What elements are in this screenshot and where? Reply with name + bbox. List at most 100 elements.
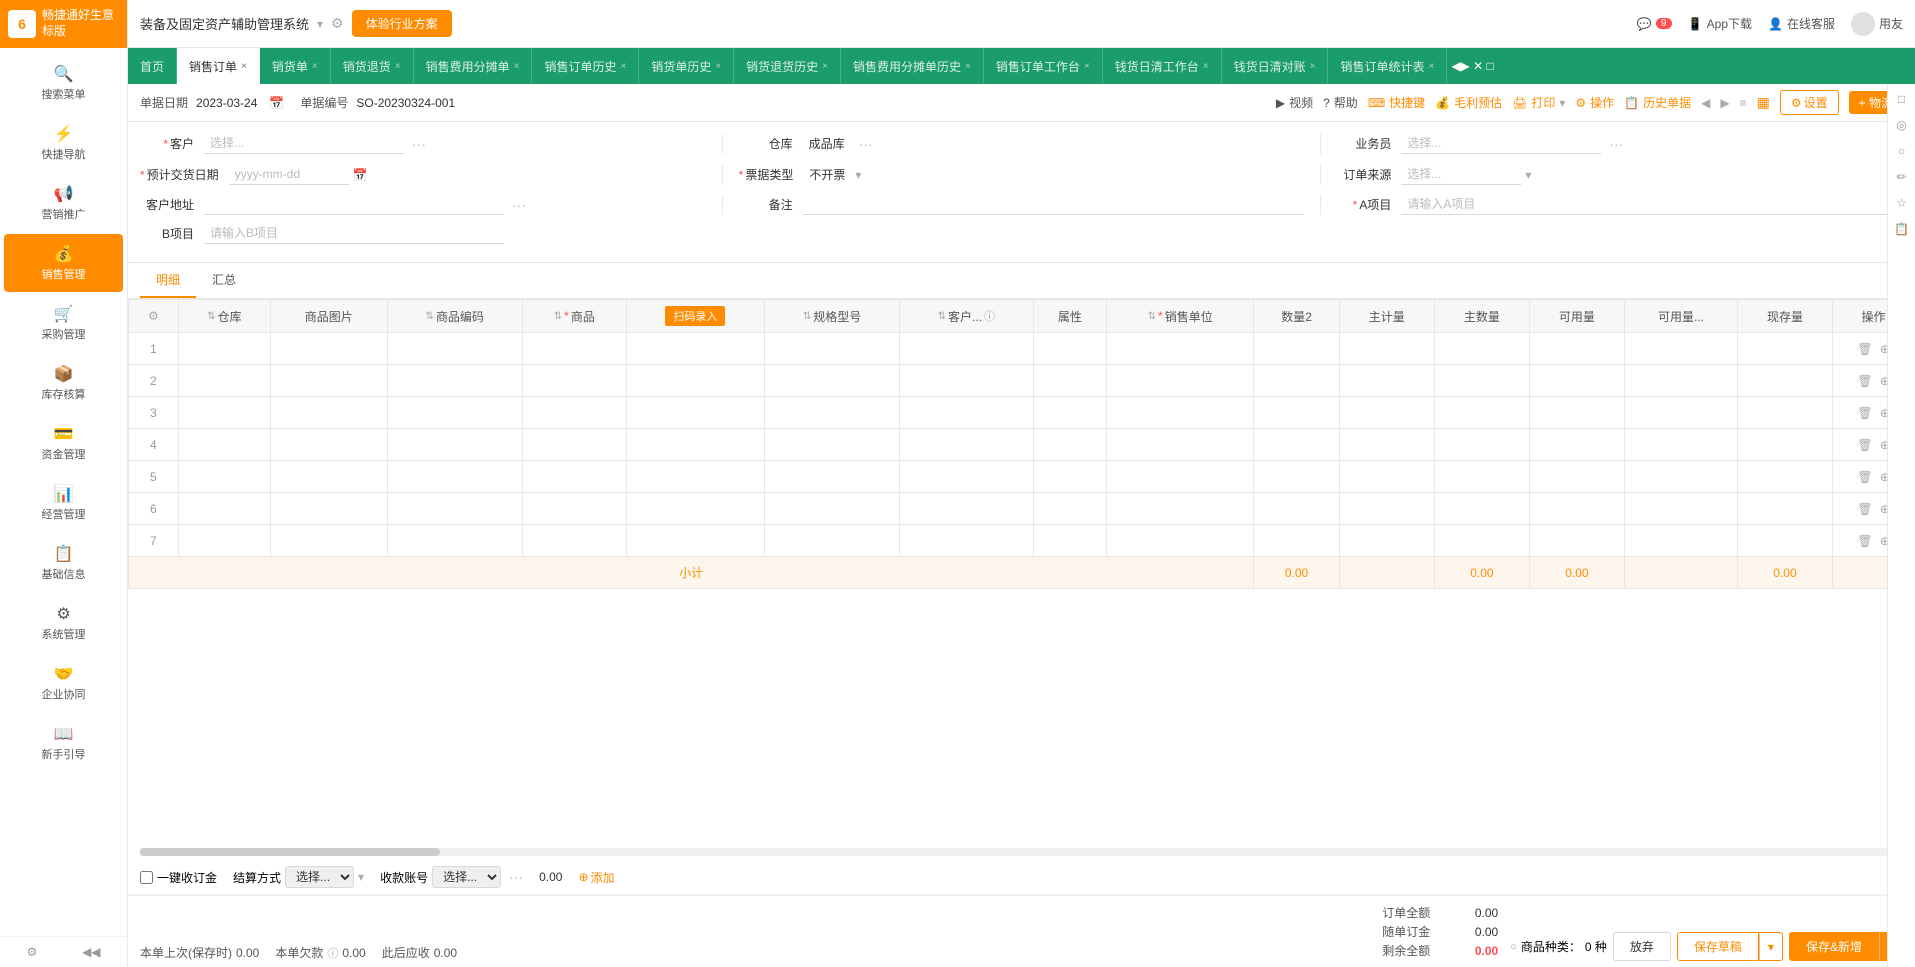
row-delete-icon[interactable]: 🗑 <box>1857 438 1872 452</box>
inner-tab-明细[interactable]: 明细 <box>140 263 196 298</box>
industry-btn[interactable]: 体验行业方案 <box>352 10 452 37</box>
sidebar-item-系统管理[interactable]: ⚙系统管理 <box>4 594 123 652</box>
one-click-checkbox[interactable]: 一键收订金 <box>140 869 217 886</box>
product-types-icon[interactable]: ○ <box>1510 941 1517 953</box>
tab-首页[interactable]: 首页 <box>128 48 177 84</box>
tab-钱货日清对账[interactable]: 钱货日清对账× <box>1222 48 1329 84</box>
row-delete-icon[interactable]: 🗑 <box>1857 502 1872 516</box>
tab-销售订单统计表[interactable]: 销售订单统计表× <box>1328 48 1447 84</box>
print-btn[interactable]: 🖨打印▾ <box>1512 94 1565 111</box>
order-source-input[interactable] <box>1401 164 1521 185</box>
shortcut-btn[interactable]: ⌨快捷键 <box>1368 94 1425 111</box>
row-product-cell[interactable] <box>522 365 626 397</box>
row-attribute-cell[interactable] <box>1033 397 1107 429</box>
sidebar-item-快捷导航[interactable]: ⚡快捷导航 <box>4 114 123 172</box>
row-delete-icon[interactable]: 🗑 <box>1857 406 1872 420</box>
settlement-dropdown-icon[interactable]: ▾ <box>358 870 364 884</box>
row-sales-unit-cell[interactable] <box>1107 333 1254 365</box>
th-customer-code[interactable]: ⇅客户... ⓘ <box>900 300 1033 333</box>
row-delete-icon[interactable]: 🗑 <box>1857 470 1872 484</box>
app-download-btn[interactable]: 📱 App下载 <box>1688 15 1752 32</box>
row-customer-code-cell[interactable] <box>900 333 1033 365</box>
tab-close-icon[interactable]: × <box>241 61 247 72</box>
order-source-dropdown-icon[interactable]: ▾ <box>1525 168 1531 182</box>
row-sales-unit-cell[interactable] <box>1107 493 1254 525</box>
right-panel-btn-4[interactable]: ✏ <box>1891 166 1913 188</box>
tab-close-icon[interactable]: × <box>965 61 971 72</box>
row-main-qty-cell[interactable] <box>1434 397 1529 429</box>
right-panel-btn-6[interactable]: 📋 <box>1891 218 1913 240</box>
th-warehouse[interactable]: ⇅仓库 <box>178 300 270 333</box>
row-sales-unit-cell[interactable] <box>1107 461 1254 493</box>
address-more-icon[interactable]: ··· <box>512 197 526 213</box>
row-qty2-cell[interactable] <box>1254 397 1340 429</box>
row-spec-cell[interactable] <box>764 365 899 397</box>
row-spec-cell[interactable] <box>764 397 899 429</box>
row-main-qty-cell[interactable] <box>1434 525 1529 557</box>
horizontal-scrollbar[interactable] <box>128 844 1915 860</box>
row-qty2-cell[interactable] <box>1254 525 1340 557</box>
row-attribute-cell[interactable] <box>1033 493 1107 525</box>
row-attribute-cell[interactable] <box>1033 461 1107 493</box>
warehouse-more-icon[interactable]: ··· <box>859 136 873 152</box>
tab-close-icon[interactable]: × <box>822 61 828 72</box>
invoice-type-dropdown-icon[interactable]: ▾ <box>855 168 861 182</box>
notification-btn[interactable]: 💬 9 <box>1637 17 1672 31</box>
th-scan[interactable]: 扫码录入 <box>626 300 764 333</box>
row-customer-code-cell[interactable] <box>900 461 1033 493</box>
row-qty2-cell[interactable] <box>1254 333 1340 365</box>
tab-close-icon[interactable]: × <box>312 61 318 72</box>
history-btn[interactable]: 📋历史单据 <box>1624 94 1691 111</box>
sidebar-item-库存核算[interactable]: 📦库存核算 <box>4 354 123 412</box>
row-product-cell[interactable] <box>522 525 626 557</box>
sidebar-item-搜索菜单[interactable]: 🔍搜索菜单 <box>4 54 123 112</box>
grid-view-icon[interactable]: ▦ <box>1757 94 1770 111</box>
row-product-code-cell[interactable] <box>387 493 522 525</box>
row-qty2-cell[interactable] <box>1254 365 1340 397</box>
row-product-code-cell[interactable] <box>387 333 522 365</box>
row-warehouse-cell[interactable] <box>178 493 270 525</box>
row-attribute-cell[interactable] <box>1033 333 1107 365</box>
receipt-more-icon[interactable]: ··· <box>509 869 523 885</box>
row-customer-code-cell[interactable] <box>900 429 1033 461</box>
customer-address-input[interactable] <box>204 194 504 215</box>
tab-销货单历史[interactable]: 销货单历史× <box>639 48 734 84</box>
a-project-input[interactable] <box>1401 194 1903 215</box>
this-credit-info-icon[interactable]: ⓘ <box>327 945 338 961</box>
row-attribute-cell[interactable] <box>1033 429 1107 461</box>
right-panel-btn-2[interactable]: ◎ <box>1891 114 1913 136</box>
tab-销售订单[interactable]: 销售订单× <box>177 48 260 84</box>
row-main-qty-cell[interactable] <box>1434 461 1529 493</box>
b-project-input[interactable] <box>204 223 504 244</box>
row-warehouse-cell[interactable] <box>178 365 270 397</box>
row-customer-code-cell[interactable] <box>900 365 1033 397</box>
tab-scroll-arrows[interactable]: ◀▶ ✕ □ <box>1447 59 1497 73</box>
tab-close-icon[interactable]: × <box>1310 61 1316 72</box>
row-delete-icon[interactable]: 🗑 <box>1857 534 1872 548</box>
row-warehouse-cell[interactable] <box>178 333 270 365</box>
tab-close-icon[interactable]: × <box>715 61 721 72</box>
receipt-account-select[interactable]: 选择... <box>432 866 501 888</box>
settings-btn[interactable]: ⚙设置 <box>1780 90 1839 115</box>
row-spec-cell[interactable] <box>764 429 899 461</box>
right-panel-btn-3[interactable]: ○ <box>1891 140 1913 162</box>
tab-销售订单工作台[interactable]: 销售订单工作台× <box>984 48 1103 84</box>
save-draft-btn[interactable]: 保存草稿 <box>1677 932 1759 961</box>
system-title-dropdown-icon[interactable]: ▾ <box>317 17 323 31</box>
online-support-btn[interactable]: 👤 在线客服 <box>1768 15 1835 32</box>
help-btn[interactable]: ?帮助 <box>1323 94 1358 111</box>
view-btn[interactable]: ▶视频 <box>1276 94 1313 111</box>
row-spec-cell[interactable] <box>764 525 899 557</box>
sidebar-item-采购管理[interactable]: 🛒采购管理 <box>4 294 123 352</box>
table-wrap[interactable]: ⚙ ⇅仓库 商品图片 ⇅商品编码 ⇅*商品 扫码录入 ⇅规格型号 ⇅客户... … <box>128 299 1915 844</box>
row-spec-cell[interactable] <box>764 493 899 525</box>
customer-more-icon[interactable]: ··· <box>412 136 426 152</box>
save-draft-dropdown-btn[interactable]: ▾ <box>1759 932 1783 961</box>
sidebar-item-基础信息[interactable]: 📋基础信息 <box>4 534 123 592</box>
expected-date-input[interactable] <box>229 164 349 185</box>
settlement-select[interactable]: 选择... <box>285 866 354 888</box>
row-product-cell[interactable] <box>522 429 626 461</box>
date-picker-icon[interactable]: 📅 <box>353 168 368 182</box>
row-qty2-cell[interactable] <box>1254 429 1340 461</box>
tab-销货退货历史[interactable]: 销货退货历史× <box>734 48 841 84</box>
